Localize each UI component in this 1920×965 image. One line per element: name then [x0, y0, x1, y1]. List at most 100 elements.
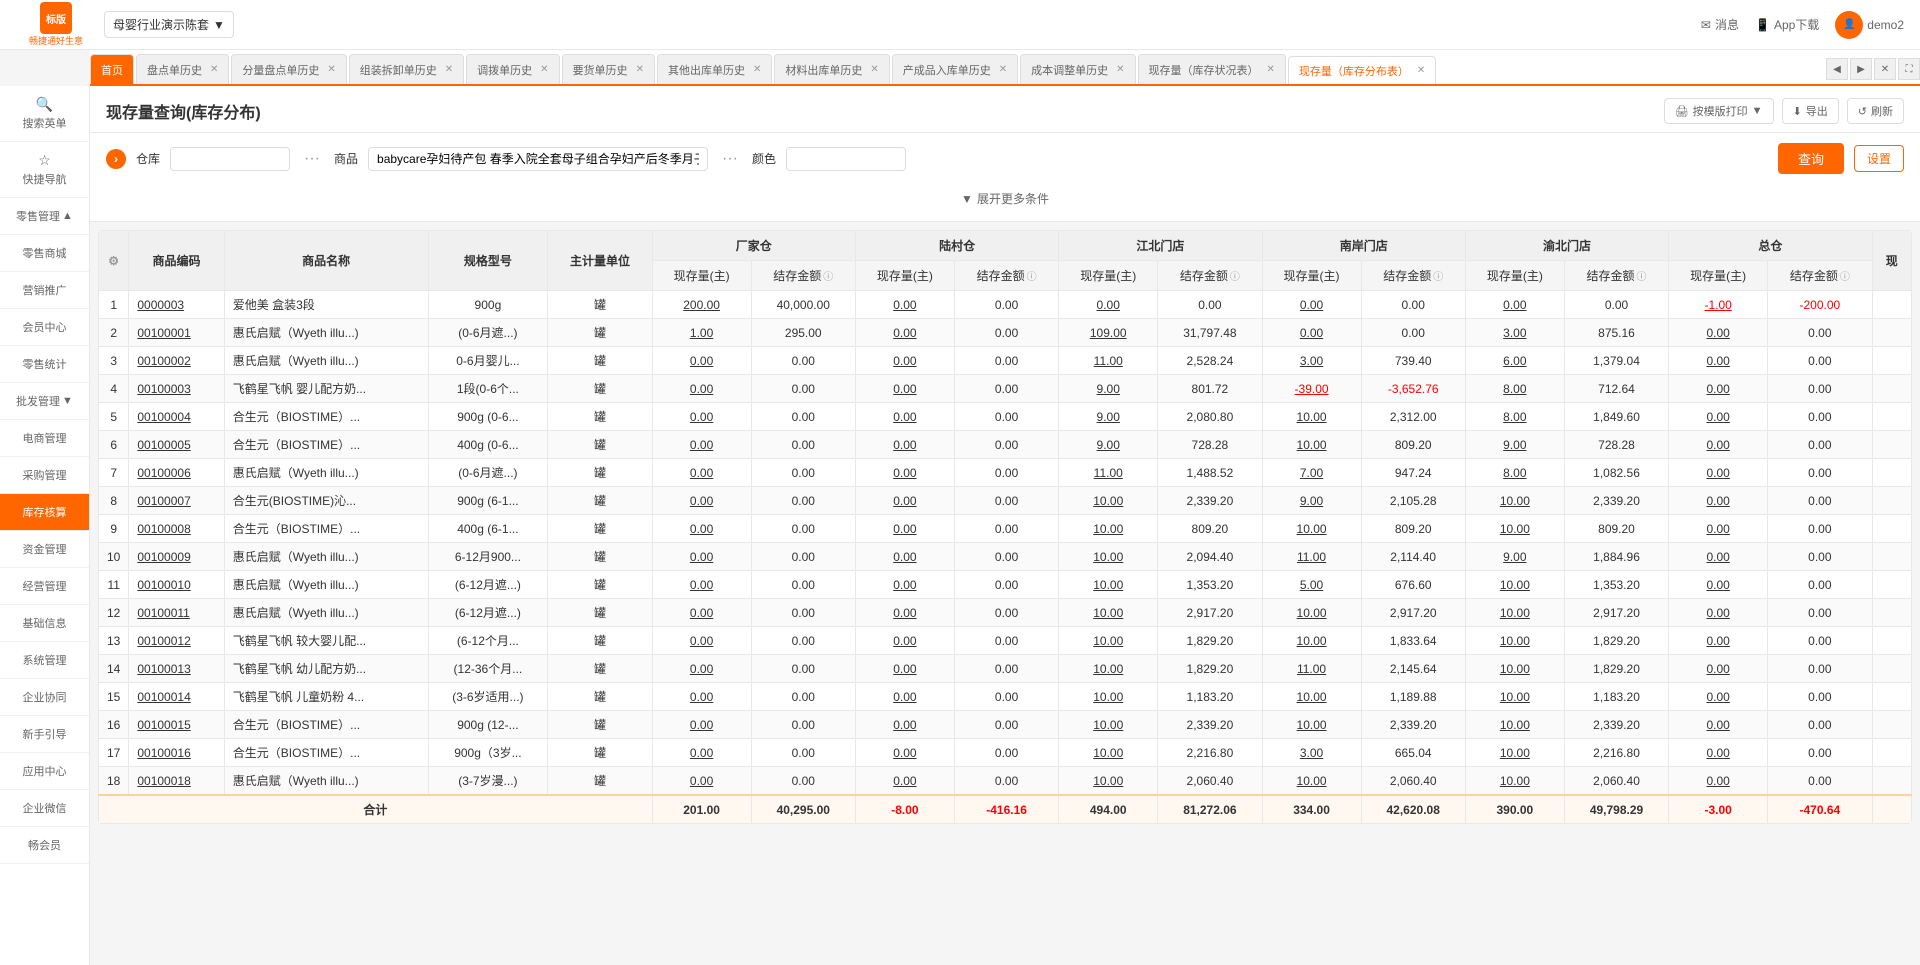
- print-button[interactable]: 🖨 按模版打印 ▼: [1664, 98, 1774, 124]
- sidebar-item-wholesale[interactable]: 批发管理 ▼: [0, 383, 89, 420]
- color-label: 颜色: [752, 150, 776, 167]
- avatar: 👤: [1835, 11, 1863, 39]
- goods-input[interactable]: [368, 147, 708, 171]
- sidebar-item-label: 零售管理: [16, 208, 60, 224]
- sidebar-item-wechat[interactable]: 企业微信: [0, 790, 89, 827]
- close-icon[interactable]: ✕: [445, 64, 453, 75]
- tab-maximize-button[interactable]: ⛶: [1898, 58, 1920, 80]
- tab-inventory-check-history[interactable]: 盘点单历史 ✕: [136, 54, 229, 84]
- sidebar-item-member[interactable]: 会员中心: [0, 309, 89, 346]
- code-col-header: 商品编码: [129, 231, 224, 291]
- sidebar-item-label: 企业微信: [4, 800, 85, 816]
- tab-inventory-distribution[interactable]: 现存量（库存分布表） ✕: [1288, 56, 1436, 86]
- tab-other-outbound[interactable]: 其他出库单历史 ✕: [657, 54, 772, 84]
- close-icon[interactable]: ✕: [870, 64, 878, 75]
- tab-nav-buttons: ◀ ▶ ✕ ⛶: [1826, 58, 1920, 80]
- user-area[interactable]: 👤 demo2: [1835, 11, 1904, 39]
- refresh-button[interactable]: ↺ 刷新: [1847, 98, 1904, 124]
- tab-finished-goods[interactable]: 产成品入库单历史 ✕: [892, 54, 1018, 84]
- sidebar-item-member2[interactable]: 畅会员: [0, 827, 89, 864]
- setting-button[interactable]: 设置: [1854, 145, 1904, 172]
- tab-label: 产成品入库单历史: [903, 62, 991, 78]
- tab-next-button[interactable]: ▶: [1850, 58, 1872, 80]
- tab-close-button[interactable]: ✕: [1874, 58, 1896, 80]
- close-icon[interactable]: ✕: [636, 64, 644, 75]
- expand-more-button[interactable]: ▼ 展开更多条件: [106, 186, 1904, 211]
- total-row: 合计201.0040,295.00-8.00-416.16494.0081,27…: [99, 795, 1912, 824]
- tab-fraction-inventory[interactable]: 分量盘点单历史 ✕: [231, 54, 346, 84]
- sidebar-item-inventory[interactable]: 库存核算: [0, 494, 89, 531]
- close-icon[interactable]: ✕: [999, 64, 1007, 75]
- sidebar-item-retail-manage[interactable]: 零售管理 ▲: [0, 198, 89, 235]
- phone-icon: 📱: [1755, 18, 1770, 32]
- close-icon[interactable]: ✕: [753, 64, 761, 75]
- logo-icon: 标版: [40, 2, 72, 34]
- sidebar-item-operations[interactable]: 经营管理: [0, 568, 89, 605]
- sidebar-item-ecommerce[interactable]: 电商管理: [0, 420, 89, 457]
- table-row: 1500100014飞鹤星飞帆 儿童奶粉 4...(3-6岁适用...)罐0.0…: [99, 683, 1912, 711]
- sidebar-item-collab[interactable]: 企业协同: [0, 679, 89, 716]
- sidebar-item-label: 零售统计: [4, 356, 85, 372]
- name-col-header: 商品名称: [224, 231, 428, 291]
- table-container: ⚙ 商品编码 商品名称 规格型号 主计量单位 厂家仓 陆村仓 江北门店 南岸门店…: [98, 230, 1912, 824]
- table-row: 1300100012飞鹤星飞帆 较大婴儿配...(6-12个月...罐0.000…: [99, 627, 1912, 655]
- page-title: 现存量查询(库存分布): [106, 99, 261, 123]
- close-icon[interactable]: ✕: [327, 64, 335, 75]
- sidebar-item-search[interactable]: 🔍 搜索英单: [0, 86, 89, 142]
- sidebar-item-label: 搜索英单: [4, 115, 85, 131]
- warehouse-ellipsis[interactable]: ···: [300, 150, 324, 168]
- message-button[interactable]: ✉ 消息: [1701, 16, 1739, 33]
- username: demo2: [1867, 18, 1904, 32]
- settings-icon[interactable]: ⚙: [108, 254, 119, 268]
- logo-text: 畅捷通好生意: [29, 34, 83, 47]
- close-icon[interactable]: ✕: [1116, 64, 1124, 75]
- total-qty-header: 现存量(主): [1669, 261, 1768, 291]
- refresh-icon: ↺: [1858, 105, 1867, 118]
- tab-cost-adjustment[interactable]: 成本调整单历史 ✕: [1020, 54, 1135, 84]
- tab-requisition-history[interactable]: 要货单历史 ✕: [562, 54, 655, 84]
- industry-selector[interactable]: 母婴行业演示陈套 ▼: [104, 11, 234, 38]
- tab-assembly-history[interactable]: 组装拆卸单历史 ✕: [349, 54, 464, 84]
- close-icon[interactable]: ✕: [210, 64, 218, 75]
- app-download-button[interactable]: 📱 App下载: [1755, 16, 1819, 33]
- goods-ellipsis[interactable]: ···: [718, 150, 742, 168]
- tab-home[interactable]: 首页: [90, 54, 134, 84]
- sidebar-item-retail-store[interactable]: 零售商城: [0, 235, 89, 272]
- goods-label: 商品: [334, 150, 358, 167]
- tab-material-outbound[interactable]: 材料出库单历史 ✕: [774, 54, 889, 84]
- filter-expand-button[interactable]: ›: [106, 149, 126, 169]
- tab-prev-button[interactable]: ◀: [1826, 58, 1848, 80]
- sidebar-item-label: 应用中心: [4, 763, 85, 779]
- sidebar-item-system[interactable]: 系统管理: [0, 642, 89, 679]
- close-icon[interactable]: ✕: [1417, 65, 1425, 76]
- warehouse-label: 仓库: [136, 150, 160, 167]
- query-button[interactable]: 查询: [1778, 143, 1844, 174]
- table-row: 200100001惠氏启赋（Wyeth illu...)(0-6月遮...)罐1…: [99, 319, 1912, 347]
- tab-label: 成本调整单历史: [1031, 62, 1108, 78]
- tab-inventory-status[interactable]: 现存量（库存状况表） ✕: [1138, 54, 1286, 84]
- tab-label: 组装拆卸单历史: [360, 62, 437, 78]
- sidebar-item-marketing[interactable]: 营销推广: [0, 272, 89, 309]
- table-row: 1000100009惠氏启赋（Wyeth illu...)6-12月900...…: [99, 543, 1912, 571]
- sidebar-item-apps[interactable]: 应用中心: [0, 753, 89, 790]
- sidebar-item-label: 电商管理: [4, 430, 85, 446]
- sidebar-item-purchase[interactable]: 采购管理: [0, 457, 89, 494]
- close-icon[interactable]: ✕: [1267, 64, 1275, 75]
- tab-label: 盘点单历史: [147, 62, 202, 78]
- sidebar-item-finance[interactable]: 资金管理: [0, 531, 89, 568]
- table-row: 700100006惠氏启赋（Wyeth illu...)(0-6月遮...)罐0…: [99, 459, 1912, 487]
- color-input[interactable]: [786, 147, 906, 171]
- tab-transfer-history[interactable]: 调拨单历史 ✕: [466, 54, 559, 84]
- sidebar-item-quicknav[interactable]: ☆ 快捷导航: [0, 142, 89, 198]
- warehouse-input[interactable]: [170, 147, 290, 171]
- sidebar-item-retail-stats[interactable]: 零售统计: [0, 346, 89, 383]
- table-row: 900100008合生元（BIOSTIME）...400g (6-1...罐0.…: [99, 515, 1912, 543]
- export-button[interactable]: ⬇ 导出: [1782, 98, 1839, 124]
- export-icon: ⬇: [1793, 105, 1802, 118]
- close-icon[interactable]: ✕: [540, 64, 548, 75]
- sidebar-item-guide[interactable]: 新手引导: [0, 716, 89, 753]
- sidebar-item-basics[interactable]: 基础信息: [0, 605, 89, 642]
- total-warehouse-header: 总仓: [1669, 231, 1872, 261]
- tab-label: 调拨单历史: [477, 62, 532, 78]
- sidebar-item-label: 新手引导: [4, 726, 85, 742]
